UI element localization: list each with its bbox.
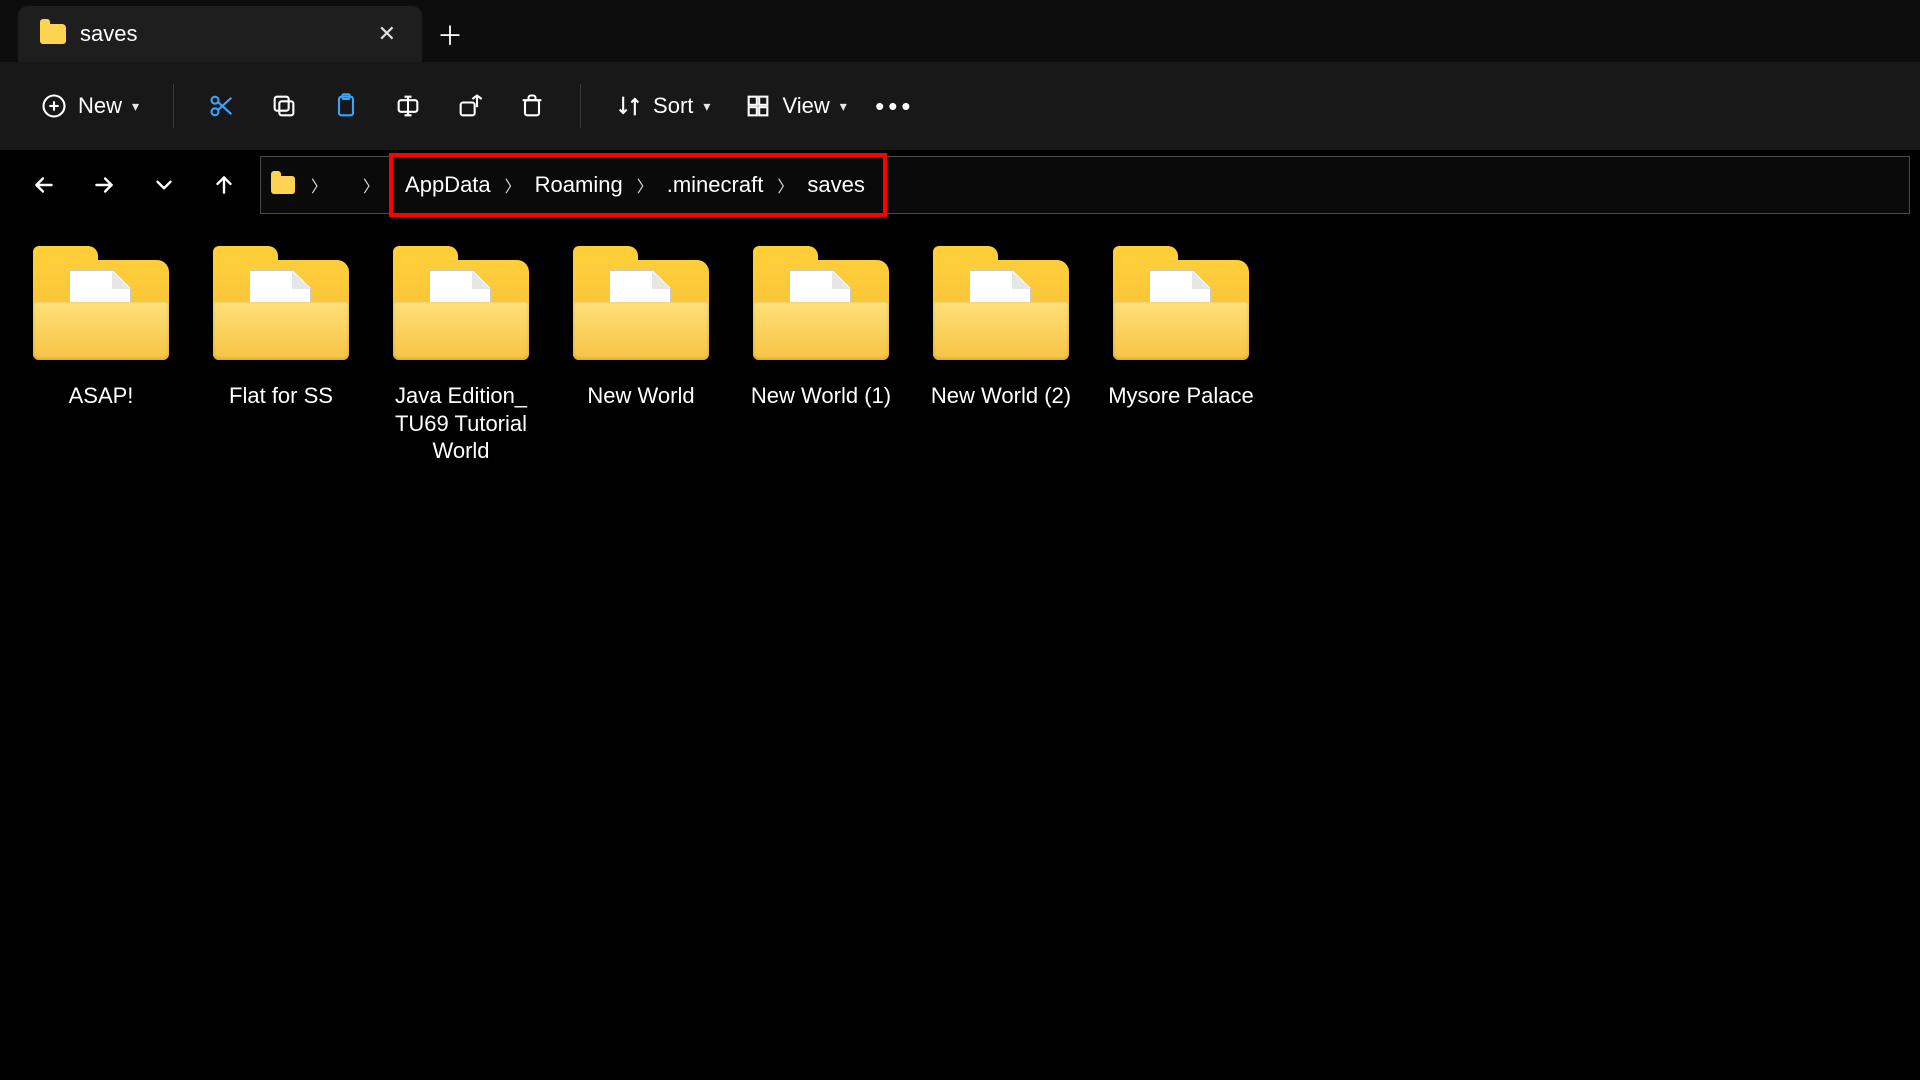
folder-icon: [393, 260, 529, 360]
tab-title: saves: [80, 21, 360, 47]
paste-button[interactable]: [318, 78, 374, 134]
folder-item[interactable]: New World (2): [918, 260, 1084, 465]
folder-label: New World: [587, 382, 694, 410]
copy-icon: [270, 92, 298, 120]
new-button-label: New: [78, 93, 122, 119]
sort-button[interactable]: Sort ▾: [601, 78, 724, 134]
folder-label: New World (1): [751, 382, 891, 410]
folder-icon: [753, 260, 889, 360]
close-icon[interactable]: ✕: [374, 17, 400, 51]
back-button[interactable]: [20, 161, 68, 209]
sort-icon: [615, 92, 643, 120]
new-button[interactable]: New ▾: [26, 78, 153, 134]
folder-label: Mysore Palace: [1108, 382, 1254, 410]
folder-icon: [573, 260, 709, 360]
plus-circle-icon: [40, 92, 68, 120]
folder-item[interactable]: Flat for SS: [198, 260, 364, 465]
active-tab[interactable]: saves ✕: [18, 6, 422, 62]
toolbar: New ▾: [0, 62, 1920, 150]
breadcrumb-highlight: AppData 〉 Roaming 〉 .minecraft 〉 saves: [389, 153, 887, 217]
folder-icon: [40, 24, 66, 44]
folder-item[interactable]: New World (1): [738, 260, 904, 465]
more-button[interactable]: •••: [867, 78, 923, 134]
folder-label: New World (2): [931, 382, 1071, 410]
folder-item[interactable]: Mysore Palace: [1098, 260, 1264, 465]
tab-bar: saves ✕ ＋: [0, 0, 1920, 62]
nav-row: 〉 〉 AppData 〉 Roaming 〉 .minecraft 〉 sav…: [0, 150, 1920, 220]
toolbar-divider: [173, 84, 174, 128]
cut-button[interactable]: [194, 78, 250, 134]
chevron-right-icon: 〉: [305, 173, 333, 197]
clipboard-icon: [332, 92, 360, 120]
folder-icon: [933, 260, 1069, 360]
chevron-right-icon: 〉: [631, 173, 659, 197]
folder-label: ASAP!: [69, 382, 134, 410]
folder-label: Java Edition_ TU69 Tutorial World: [382, 382, 540, 465]
arrow-up-icon: [211, 172, 237, 198]
recent-button[interactable]: [140, 161, 188, 209]
share-icon: [456, 92, 484, 120]
view-icon: [744, 92, 772, 120]
chevron-down-icon: ▾: [840, 98, 847, 115]
rename-icon: [394, 92, 422, 120]
folder-icon: [213, 260, 349, 360]
breadcrumb-item[interactable]: AppData: [397, 170, 499, 200]
chevron-right-icon: 〉: [357, 173, 385, 197]
rename-button[interactable]: [380, 78, 436, 134]
folder-item[interactable]: Java Edition_ TU69 Tutorial World: [378, 260, 544, 465]
chevron-down-icon: [151, 172, 177, 198]
folder-item[interactable]: ASAP!: [18, 260, 184, 465]
copy-button[interactable]: [256, 78, 312, 134]
toolbar-divider: [580, 84, 581, 128]
sort-button-label: Sort: [653, 93, 693, 119]
folder-item[interactable]: New World: [558, 260, 724, 465]
folder-icon: [1113, 260, 1249, 360]
breadcrumb-item[interactable]: saves: [799, 170, 872, 200]
forward-button[interactable]: [80, 161, 128, 209]
breadcrumb-item[interactable]: .minecraft: [659, 170, 772, 200]
up-button[interactable]: [200, 161, 248, 209]
view-button[interactable]: View ▾: [730, 78, 860, 134]
share-button[interactable]: [442, 78, 498, 134]
scissors-icon: [208, 92, 236, 120]
arrow-right-icon: [91, 172, 117, 198]
folder-grid: ASAP! Flat for SS Java Edition_ TU69 Tutor…: [0, 220, 1920, 505]
view-button-label: View: [782, 93, 829, 119]
address-bar[interactable]: 〉 〉 AppData 〉 Roaming 〉 .minecraft 〉 sav…: [260, 156, 1910, 214]
ellipsis-icon: •••: [875, 91, 914, 122]
chevron-down-icon: ▾: [703, 98, 710, 115]
new-tab-button[interactable]: ＋: [422, 6, 478, 62]
chevron-right-icon: 〉: [499, 173, 527, 197]
arrow-left-icon: [31, 172, 57, 198]
chevron-down-icon: ▾: [132, 98, 139, 115]
folder-label: Flat for SS: [229, 382, 333, 410]
breadcrumb-item[interactable]: Roaming: [527, 170, 631, 200]
folder-icon: [33, 260, 169, 360]
delete-button[interactable]: [504, 78, 560, 134]
chevron-right-icon: 〉: [771, 173, 799, 197]
folder-icon: [271, 176, 295, 194]
trash-icon: [518, 92, 546, 120]
